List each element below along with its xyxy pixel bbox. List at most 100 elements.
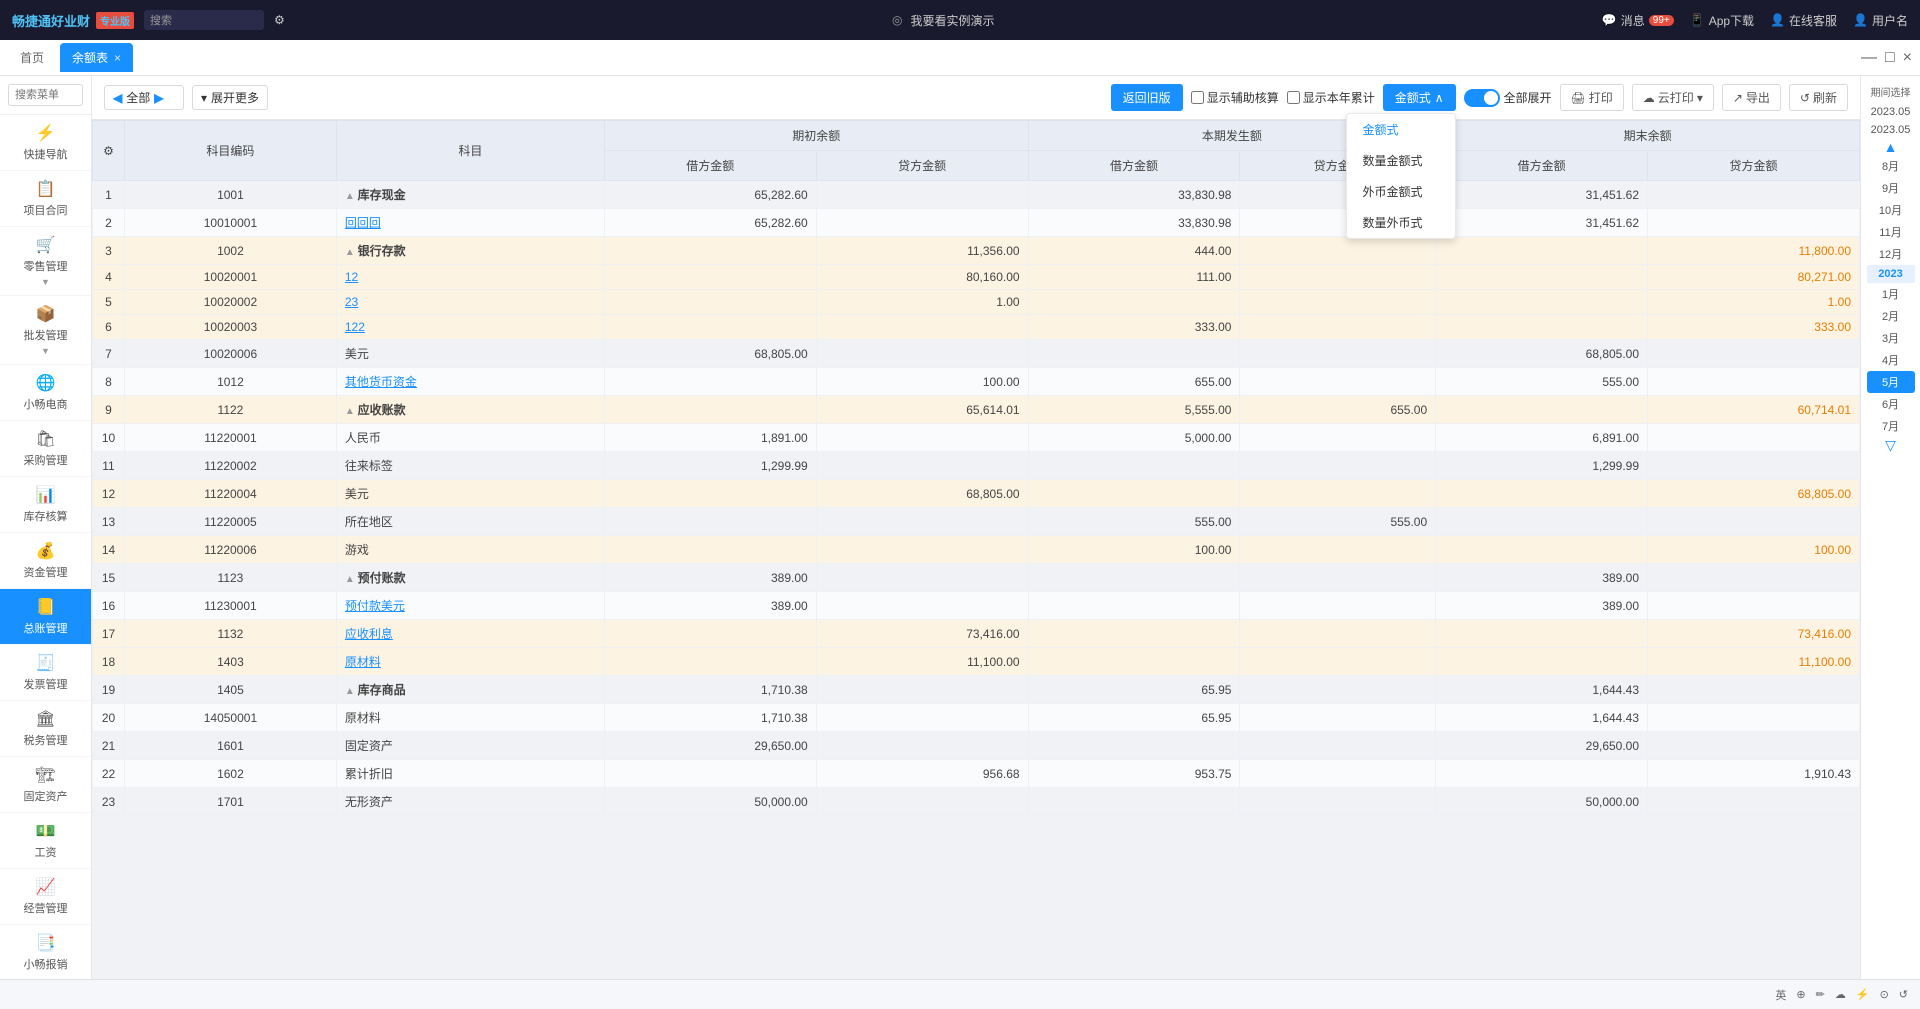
expand-btn[interactable]: ▾ 展开更多 (192, 85, 268, 110)
table-row[interactable]: 19 1405 ▲ 库存商品 1,710.38 65.95 1,644.43 (93, 676, 1860, 704)
sidebar-item-general-ledger[interactable]: 📒 总账管理 (0, 589, 91, 645)
tab-balance[interactable]: 余额表 × (60, 43, 133, 72)
row-name-link[interactable]: 原材料 (345, 655, 381, 669)
sidebar-item-inventory[interactable]: 📊 库存核算 (0, 477, 91, 533)
refresh-btn[interactable]: ↺ 刷新 (1789, 84, 1848, 111)
period-item-2023[interactable]: 2023 (1867, 265, 1915, 283)
sidebar-item-sales-report[interactable]: 📑 小畅报销 (0, 925, 91, 979)
row-name-link[interactable]: 预付款美元 (345, 599, 405, 613)
period-item-8[interactable]: 8月 (1867, 155, 1915, 177)
message-btn[interactable]: 💬 消息 99+ (1602, 12, 1674, 29)
export-btn[interactable]: ↗ 导出 (1722, 84, 1781, 111)
table-row[interactable]: 14 11220006 游戏 100.00 100.00 (93, 536, 1860, 564)
table-row[interactable]: 2 10010001 回回回 65,282.60 33,830.98 31,45… (93, 209, 1860, 237)
bottom-icon4[interactable]: ⚡ (1856, 988, 1870, 1001)
online-service-btn[interactable]: 👤 在线客服 (1770, 12, 1837, 29)
table-row[interactable]: 18 1403 原材料 11,100.00 11,100.00 (93, 648, 1860, 676)
ytd-check[interactable] (1287, 91, 1300, 104)
period-item-2023-top[interactable]: 2023.05 (1867, 103, 1915, 121)
sidebar-item-salary[interactable]: 💵 工资 (0, 813, 91, 869)
sidebar-item-fixed-assets[interactable]: 🏗 固定资产 (0, 757, 91, 813)
period-item-2[interactable]: 2月 (1867, 305, 1915, 327)
table-row[interactable]: 3 1002 ▲ 银行存款 11,356.00 444.00 11,800.00 (93, 237, 1860, 265)
period-item-down-arrow[interactable]: ▽ (1867, 437, 1915, 454)
dropdown-item-amount[interactable]: 金额式 (1347, 114, 1455, 145)
bottom-icon6[interactable]: ↺ (1899, 988, 1908, 1001)
dropdown-item-qty-foreign[interactable]: 数量外币式 (1347, 207, 1455, 238)
app-download-btn[interactable]: 📱 App下载 (1690, 12, 1754, 29)
window-minimize-btn[interactable]: — (1861, 49, 1877, 67)
sidebar-item-wholesale[interactable]: 📦 批发管理 ▼ (0, 296, 91, 365)
period-item-4[interactable]: 4月 (1867, 349, 1915, 371)
period-item-7[interactable]: 7月 (1867, 415, 1915, 437)
table-row[interactable]: 5 10020002 23 1.00 1.00 (93, 290, 1860, 315)
table-row[interactable]: 11 11220002 往来标签 1,299.99 1,299.99 (93, 452, 1860, 480)
period-item-1[interactable]: 1月 (1867, 283, 1915, 305)
print-btn[interactable]: 🖨 打印 (1560, 84, 1624, 111)
period-item-5[interactable]: 5月 (1867, 371, 1915, 393)
bottom-icon3[interactable]: ☁ (1835, 988, 1846, 1001)
sidebar-item-project[interactable]: 📋 项目合同 (0, 171, 91, 227)
period-item-6[interactable]: 6月 (1867, 393, 1915, 415)
tab-home[interactable]: 首页 (8, 43, 56, 72)
row-name-link[interactable]: 23 (345, 295, 358, 309)
sidebar-item-ecommerce[interactable]: 🌐 小畅电商 (0, 365, 91, 421)
row-name-link[interactable]: 应收利息 (345, 627, 393, 641)
sidebar-search-input[interactable] (8, 84, 83, 106)
sidebar-item-purchase[interactable]: 🛍 采购管理 (0, 421, 91, 477)
period-item-12[interactable]: 12月 (1867, 243, 1915, 265)
table-row[interactable]: 23 1701 无形资产 50,000.00 50,000.00 (93, 788, 1860, 816)
table-row[interactable]: 7 10020006 美元 68,805.00 68,805.00 (93, 340, 1860, 368)
table-row[interactable]: 8 1012 其他货币资金 100.00 655.00 555.00 (93, 368, 1860, 396)
user-avatar[interactable]: 👤 用户名 (1853, 12, 1908, 29)
table-row[interactable]: 9 1122 ▲ 应收账款 65,614.01 5,555.00 655.00 … (93, 396, 1860, 424)
bottom-lang[interactable]: 英 (1775, 987, 1786, 1003)
table-row[interactable]: 17 1132 应收利息 73,416.00 73,416.00 (93, 620, 1860, 648)
bottom-icon1[interactable]: ⊕ (1796, 988, 1805, 1001)
period-item-11[interactable]: 11月 (1867, 221, 1915, 243)
show-ytd-checkbox[interactable]: 显示本年累计 (1287, 89, 1375, 106)
table-row[interactable]: 21 1601 固定资产 29,650.00 29,650.00 (93, 732, 1860, 760)
demo-label[interactable]: 我要看实例演示 (911, 12, 995, 29)
window-close-btn[interactable]: × (1903, 49, 1912, 67)
period-item-up-arrow[interactable]: ▲ (1867, 139, 1915, 155)
auxiliary-check[interactable] (1191, 91, 1204, 104)
style-dropdown-btn[interactable]: 金额式 ∧ (1383, 84, 1456, 111)
bottom-icon5[interactable]: ⊙ (1880, 988, 1889, 1001)
period-item-2023-bottom[interactable]: 2023.05 (1867, 121, 1915, 139)
table-row[interactable]: 22 1602 累计折旧 956.68 953.75 1,910.43 (93, 760, 1860, 788)
period-item-3[interactable]: 3月 (1867, 327, 1915, 349)
dropdown-item-foreign-amount[interactable]: 外币金额式 (1347, 176, 1455, 207)
back-btn[interactable]: 返回旧版 (1111, 84, 1183, 111)
table-row[interactable]: 16 11230001 预付款美元 389.00 389.00 (93, 592, 1860, 620)
tab-close-btn[interactable]: × (114, 51, 121, 65)
row-name-link[interactable]: 12 (345, 270, 358, 284)
period-item-10[interactable]: 10月 (1867, 199, 1915, 221)
show-auxiliary-checkbox[interactable]: 显示辅助核算 (1191, 89, 1279, 106)
table-row[interactable]: 20 14050001 原材料 1,710.38 65.95 1,644.43 (93, 704, 1860, 732)
sidebar-item-invoice[interactable]: 🧾 发票管理 (0, 645, 91, 701)
dropdown-item-qty-amount[interactable]: 数量金额式 (1347, 145, 1455, 176)
table-row[interactable]: 13 11220005 所在地区 555.00 555.00 (93, 508, 1860, 536)
sidebar-item-operations[interactable]: 📈 经营管理 (0, 869, 91, 925)
table-row[interactable]: 15 1123 ▲ 预付账款 389.00 389.00 (93, 564, 1860, 592)
table-row[interactable]: 6 10020003 122 333.00 333.00 (93, 315, 1860, 340)
expand-all-toggle[interactable] (1464, 89, 1500, 107)
table-row[interactable]: 1 1001 ▲ 库存现金 65,282.60 33,830.98 31,451… (93, 181, 1860, 209)
nav-left-arrow[interactable]: ◀ (113, 91, 122, 105)
table-row[interactable]: 12 11220004 美元 68,805.00 68,805.00 (93, 480, 1860, 508)
row-name-link[interactable]: 其他货币资金 (345, 375, 417, 389)
search-input-top[interactable]: 搜索 (150, 12, 172, 28)
cloud-print-btn[interactable]: ☁ 云打印 ▾ (1632, 84, 1714, 111)
period-item-9[interactable]: 9月 (1867, 177, 1915, 199)
table-row[interactable]: 10 11220001 人民币 1,891.00 5,000.00 6,891.… (93, 424, 1860, 452)
row-name-link[interactable]: 122 (345, 320, 365, 334)
bottom-icon2[interactable]: ✏ (1816, 988, 1825, 1001)
settings-icon-top[interactable]: ⚙ (274, 13, 285, 27)
col-settings[interactable]: ⚙ (93, 121, 125, 181)
window-restore-btn[interactable]: □ (1885, 49, 1895, 67)
table-row[interactable]: 4 10020001 12 80,160.00 111.00 80,271.00 (93, 265, 1860, 290)
nav-right-arrow[interactable]: ▶ (154, 91, 163, 105)
sidebar-item-quick-nav[interactable]: ⚡ 快捷导航 (0, 115, 91, 171)
sidebar-item-capital[interactable]: 💰 资金管理 (0, 533, 91, 589)
